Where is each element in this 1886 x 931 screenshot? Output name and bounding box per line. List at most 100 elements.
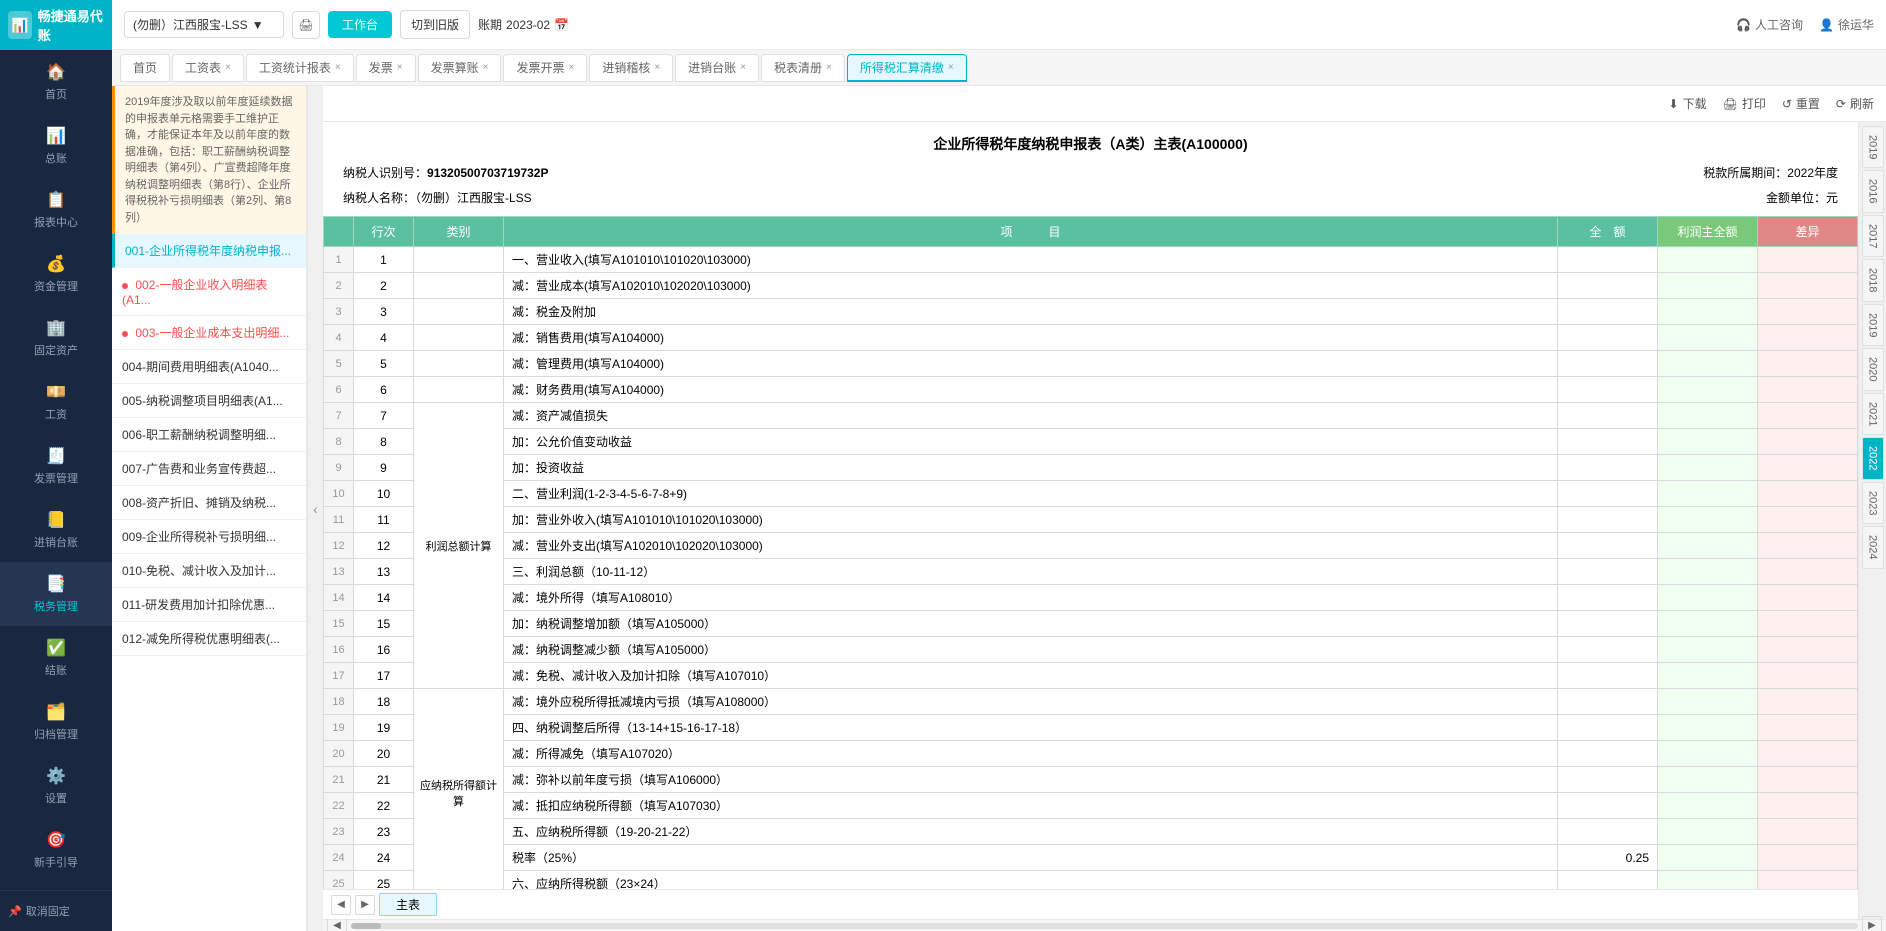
col-c-cell[interactable]: 三、利润总额（10-11-12）	[504, 559, 1558, 585]
sidebar-item-salary[interactable]: 💴 工资	[0, 370, 112, 434]
panel-item-004[interactable]: 004-期间费用明细表(A1040...	[112, 350, 306, 384]
col-f-cell[interactable]	[1758, 585, 1858, 611]
close-icon[interactable]: ×	[740, 62, 746, 73]
col-d-cell[interactable]	[1558, 611, 1658, 637]
col-c-cell[interactable]: 减：管理费用(填写A104000)	[504, 351, 1558, 377]
col-f-cell[interactable]	[1758, 611, 1858, 637]
switch-version-button[interactable]: 切到旧版	[400, 10, 470, 39]
col-d-cell[interactable]	[1558, 689, 1658, 715]
print-button[interactable]: 🖨 打印	[1723, 95, 1766, 112]
col-c-cell[interactable]: 减：销售费用(填写A104000)	[504, 325, 1558, 351]
col-a-cell[interactable]: 18	[354, 689, 414, 715]
col-e-cell[interactable]	[1658, 455, 1758, 481]
collapse-panel-button[interactable]: ‹	[307, 86, 323, 931]
calendar-icon[interactable]: 📅	[554, 18, 569, 32]
col-c-cell[interactable]: 减：税金及附加	[504, 299, 1558, 325]
col-f-cell[interactable]	[1758, 455, 1858, 481]
next-sheet-button[interactable]: ▶	[355, 895, 375, 915]
col-f-cell[interactable]	[1758, 767, 1858, 793]
year-2018[interactable]: 2018	[1862, 259, 1884, 301]
col-e-cell[interactable]	[1658, 559, 1758, 585]
panel-item-011[interactable]: 011-研发费用加计扣除优惠...	[112, 588, 306, 622]
sidebar-item-assets[interactable]: 🏢 固定资产	[0, 306, 112, 370]
col-f-cell[interactable]	[1758, 559, 1858, 585]
tab-tax-list[interactable]: 税表清册 ×	[761, 54, 845, 82]
close-icon[interactable]: ×	[225, 62, 231, 73]
col-a-cell[interactable]: 2	[354, 273, 414, 299]
panel-item-007[interactable]: 007-广告费和业务宣传费超...	[112, 452, 306, 486]
download-button[interactable]: ⬇ 下载	[1669, 95, 1707, 112]
col-f-cell[interactable]	[1758, 351, 1858, 377]
year-2023[interactable]: 2023	[1862, 482, 1884, 524]
col-a-cell[interactable]: 19	[354, 715, 414, 741]
col-a-cell[interactable]: 17	[354, 663, 414, 689]
col-c-cell[interactable]: 减：资产减值损失	[504, 403, 1558, 429]
panel-item-002[interactable]: 002-一般企业收入明细表(A1...	[112, 268, 306, 316]
col-f-cell[interactable]	[1758, 299, 1858, 325]
panel-item-005[interactable]: 005-纳税调整项目明细表(A1...	[112, 384, 306, 418]
col-e-cell[interactable]	[1658, 767, 1758, 793]
col-c-cell[interactable]: 减：境外所得（填写A108010）	[504, 585, 1558, 611]
col-e-cell[interactable]	[1658, 637, 1758, 663]
col-a-cell[interactable]: 7	[354, 403, 414, 429]
col-d-cell[interactable]	[1558, 455, 1658, 481]
col-a-cell[interactable]: 11	[354, 507, 414, 533]
tab-salary[interactable]: 工资表 ×	[172, 54, 244, 82]
col-e-cell[interactable]	[1658, 351, 1758, 377]
year-2019-a[interactable]: 2019	[1862, 126, 1884, 168]
col-f-cell[interactable]	[1758, 715, 1858, 741]
panel-item-003[interactable]: 003-一般企业成本支出明细...	[112, 316, 306, 350]
col-c-cell[interactable]: 减：营业外支出(填写A102010\102020\103000)	[504, 533, 1558, 559]
col-d-cell[interactable]	[1558, 585, 1658, 611]
col-a-cell[interactable]: 4	[354, 325, 414, 351]
col-d-cell[interactable]	[1558, 663, 1658, 689]
col-f-cell[interactable]	[1758, 689, 1858, 715]
sidebar-item-tax[interactable]: 📑 税务管理	[0, 562, 112, 626]
col-a-cell[interactable]: 3	[354, 299, 414, 325]
sidebar-item-member[interactable]: 👑 畅会员	[0, 882, 112, 890]
tab-income-tax[interactable]: 所得税汇算清缴 ×	[847, 54, 967, 82]
col-f-cell[interactable]	[1758, 663, 1858, 689]
col-a-cell[interactable]: 1	[354, 247, 414, 273]
col-f-cell[interactable]	[1758, 377, 1858, 403]
sidebar-item-guide[interactable]: 🎯 新手引导	[0, 818, 112, 882]
sidebar-item-close[interactable]: ✅ 结账	[0, 626, 112, 690]
company-selector[interactable]: (勿删）江西服宝-LSS ▼	[124, 11, 284, 38]
sidebar-item-home[interactable]: 🏠 首页	[0, 50, 112, 114]
col-f-cell[interactable]	[1758, 793, 1858, 819]
sidebar-item-ledger[interactable]: 📊 总账	[0, 114, 112, 178]
col-e-cell[interactable]	[1658, 845, 1758, 871]
col-e-cell[interactable]	[1658, 533, 1758, 559]
col-e-cell[interactable]	[1658, 299, 1758, 325]
col-f-cell[interactable]	[1758, 325, 1858, 351]
col-f-cell[interactable]	[1758, 429, 1858, 455]
tab-invoice-calc[interactable]: 发票算账 ×	[418, 54, 502, 82]
col-a-cell[interactable]: 22	[354, 793, 414, 819]
col-e-cell[interactable]	[1658, 247, 1758, 273]
col-d-cell[interactable]	[1558, 559, 1658, 585]
col-f-cell[interactable]	[1758, 819, 1858, 845]
col-d-cell[interactable]	[1558, 299, 1658, 325]
sidebar-item-settings[interactable]: ⚙️ 设置	[0, 754, 112, 818]
col-c-cell[interactable]: 加：纳税调整增加额（填写A105000）	[504, 611, 1558, 637]
col-e-cell[interactable]	[1658, 715, 1758, 741]
col-c-cell[interactable]: 税率（25%）	[504, 845, 1558, 871]
col-d-cell[interactable]	[1558, 767, 1658, 793]
prev-sheet-button[interactable]: ◀	[331, 895, 351, 915]
col-d-cell[interactable]	[1558, 793, 1658, 819]
col-d-cell[interactable]	[1558, 741, 1658, 767]
col-e-cell[interactable]	[1658, 481, 1758, 507]
col-f-cell[interactable]	[1758, 481, 1858, 507]
col-a-cell[interactable]: 13	[354, 559, 414, 585]
refresh-button[interactable]: ⟳ 刷新	[1836, 95, 1874, 112]
col-d-cell[interactable]	[1558, 325, 1658, 351]
col-c-cell[interactable]: 减：财务费用(填写A104000)	[504, 377, 1558, 403]
col-c-cell[interactable]: 四、纳税调整后所得（13-14+15-16-17-18）	[504, 715, 1558, 741]
col-a-cell[interactable]: 9	[354, 455, 414, 481]
col-c-cell[interactable]: 加：营业外收入(填写A101010\101020\103000)	[504, 507, 1558, 533]
col-a-cell[interactable]: 6	[354, 377, 414, 403]
col-e-cell[interactable]	[1658, 585, 1758, 611]
tab-purchase-audit[interactable]: 进销稽核 ×	[589, 54, 673, 82]
col-f-cell[interactable]	[1758, 533, 1858, 559]
col-a-cell[interactable]: 24	[354, 845, 414, 871]
